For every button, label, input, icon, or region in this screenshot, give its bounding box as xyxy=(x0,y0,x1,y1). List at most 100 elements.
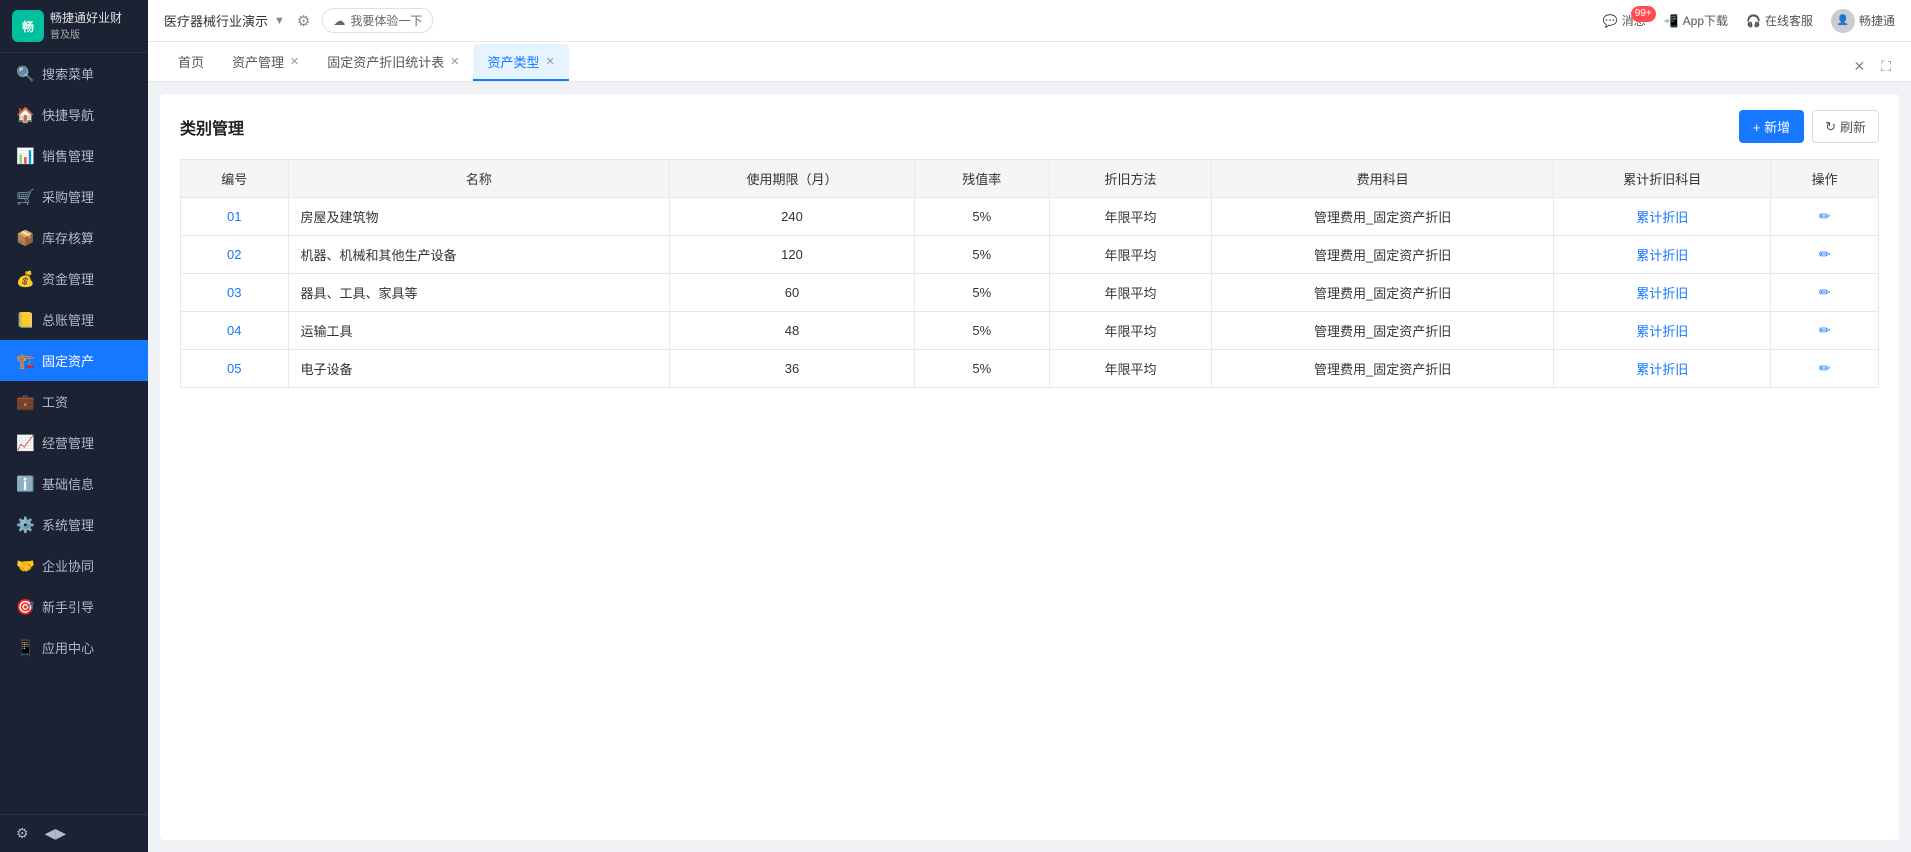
cell-expense: 管理费用_固定资产折旧 xyxy=(1212,198,1554,236)
edit-icon[interactable]: ✏ xyxy=(1819,208,1831,224)
new-button[interactable]: + 新增 xyxy=(1739,110,1804,143)
sidebar-item-sales[interactable]: 📊 销售管理 xyxy=(0,135,148,176)
cell-expense: 管理费用_固定资产折旧 xyxy=(1212,274,1554,312)
guide-icon: 🎯 xyxy=(16,598,34,616)
cell-method: 年限平均 xyxy=(1049,350,1211,388)
cell-id: 01 xyxy=(181,198,289,236)
info-icon: ℹ️ xyxy=(16,475,34,493)
sidebar-item-general-ledger[interactable]: 📒 总账管理 xyxy=(0,299,148,340)
sidebar: 畅 畅捷通好业财 普及版 🔍 搜索菜单 🏠 快捷导航 📊 销售管理 🛒 采购管理… xyxy=(0,0,148,852)
cell-method: 年限平均 xyxy=(1049,198,1211,236)
sidebar-item-label: 资金管理 xyxy=(42,269,94,288)
tab-asset-mgmt-label: 资产管理 xyxy=(232,52,284,71)
sidebar-item-inventory[interactable]: 📦 库存核算 xyxy=(0,217,148,258)
sidebar-item-guide[interactable]: 🎯 新手引导 xyxy=(0,586,148,627)
search-icon: 🔍 xyxy=(16,65,34,83)
tab-asset-type[interactable]: 资产类型 ✕ xyxy=(473,44,568,81)
sidebar-item-label: 总账管理 xyxy=(42,310,94,329)
messages-button[interactable]: 💬 消息 99+ xyxy=(1603,12,1646,29)
sidebar-item-salary[interactable]: 💼 工资 xyxy=(0,381,148,422)
sidebar-item-ops-mgmt[interactable]: 📈 经营管理 xyxy=(0,422,148,463)
sidebar-item-label: 快捷导航 xyxy=(42,105,94,124)
username-label: 畅捷通 xyxy=(1859,12,1895,29)
settings-footer-icon[interactable]: ⚙ xyxy=(16,825,29,842)
close-window-icon[interactable]: ✕ xyxy=(1849,56,1869,77)
cell-accum: 累计折旧 xyxy=(1554,312,1771,350)
logo-title: 畅捷通好业财 xyxy=(50,11,122,27)
sidebar-item-search[interactable]: 🔍 搜索菜单 xyxy=(0,53,148,94)
cell-period: 36 xyxy=(670,350,915,388)
tab-asset-type-close[interactable]: ✕ xyxy=(546,55,555,68)
col-header-method: 折旧方法 xyxy=(1049,160,1211,198)
tab-asset-mgmt-close[interactable]: ✕ xyxy=(290,55,299,68)
logo-icon: 畅 xyxy=(12,10,44,42)
cell-method: 年限平均 xyxy=(1049,236,1211,274)
col-header-operation: 操作 xyxy=(1771,160,1879,198)
messages-badge: 99+ xyxy=(1631,6,1656,22)
sidebar-item-purchase[interactable]: 🛒 采购管理 xyxy=(0,176,148,217)
maximize-window-icon[interactable]: ⛶ xyxy=(1877,56,1895,77)
edit-icon[interactable]: ✏ xyxy=(1819,246,1831,262)
online-support-button[interactable]: 🎧 在线客服 xyxy=(1746,12,1813,29)
sidebar-item-fixed-asset[interactable]: 🏗️ 固定资产 xyxy=(0,340,148,381)
tab-depreciation-close[interactable]: ✕ xyxy=(450,55,459,68)
cell-expense: 管理费用_固定资产折旧 xyxy=(1212,312,1554,350)
cell-operation: ✏ xyxy=(1771,198,1879,236)
cell-id: 05 xyxy=(181,350,289,388)
dropdown-icon: ▼ xyxy=(274,15,285,27)
sidebar-item-quick-nav[interactable]: 🏠 快捷导航 xyxy=(0,94,148,135)
sidebar-item-label: 基础信息 xyxy=(42,474,94,493)
tab-asset-type-label: 资产类型 xyxy=(487,52,539,71)
refresh-button[interactable]: ↻ 刷新 xyxy=(1812,110,1879,143)
table-row: 05 电子设备 36 5% 年限平均 管理费用_固定资产折旧 累计折旧 ✏ xyxy=(181,350,1879,388)
salary-icon: 💼 xyxy=(16,393,34,411)
settings-icon: ⚙️ xyxy=(16,516,34,534)
settings-gear-icon[interactable]: ⚙ xyxy=(297,12,310,30)
tab-depreciation-table[interactable]: 固定资产折旧统计表 ✕ xyxy=(313,44,473,81)
sidebar-item-enterprise[interactable]: 🤝 企业协同 xyxy=(0,545,148,586)
sidebar-item-basic-info[interactable]: ℹ️ 基础信息 xyxy=(0,463,148,504)
sidebar-item-label: 采购管理 xyxy=(42,187,94,206)
sidebar-item-label: 经营管理 xyxy=(42,433,94,452)
main-content: 医疗器械行业演示 ▼ ⚙ ☁ 我要体验一下 💬 消息 99+ 📲 App下载 🎧… xyxy=(148,0,1911,852)
tab-home[interactable]: 首页 xyxy=(164,44,218,81)
sidebar-item-label: 搜索菜单 xyxy=(42,64,94,83)
user-menu[interactable]: 👤 畅捷通 xyxy=(1831,9,1895,33)
table-row: 03 器具、工具、家具等 60 5% 年限平均 管理费用_固定资产折旧 累计折旧… xyxy=(181,274,1879,312)
cell-operation: ✏ xyxy=(1771,274,1879,312)
avatar: 👤 xyxy=(1831,9,1855,33)
tabs-bar: 首页 资产管理 ✕ 固定资产折旧统计表 ✕ 资产类型 ✕ ✕ ⛶ xyxy=(148,42,1911,82)
company-selector[interactable]: 医疗器械行业演示 ▼ xyxy=(164,11,285,30)
sidebar-item-label: 工资 xyxy=(42,392,68,411)
edit-icon[interactable]: ✏ xyxy=(1819,322,1831,338)
table-row: 04 运输工具 48 5% 年限平均 管理费用_固定资产折旧 累计折旧 ✏ xyxy=(181,312,1879,350)
app-download-label: App下载 xyxy=(1683,12,1728,29)
topbar: 医疗器械行业演示 ▼ ⚙ ☁ 我要体验一下 💬 消息 99+ 📲 App下载 🎧… xyxy=(148,0,1911,42)
cell-name: 运输工具 xyxy=(288,312,670,350)
app-center-icon: 📱 xyxy=(16,639,34,657)
sidebar-item-label: 系统管理 xyxy=(42,515,94,534)
enterprise-icon: 🤝 xyxy=(16,557,34,575)
sidebar-item-capital[interactable]: 💰 资金管理 xyxy=(0,258,148,299)
cell-expense: 管理费用_固定资产折旧 xyxy=(1212,350,1554,388)
inventory-icon: 📦 xyxy=(16,229,34,247)
cell-accum: 累计折旧 xyxy=(1554,350,1771,388)
cell-residual: 5% xyxy=(914,198,1049,236)
tab-asset-mgmt[interactable]: 资产管理 ✕ xyxy=(218,44,313,81)
edit-icon[interactable]: ✏ xyxy=(1819,284,1831,300)
cell-id: 02 xyxy=(181,236,289,274)
cell-residual: 5% xyxy=(914,350,1049,388)
cell-name: 机器、机械和其他生产设备 xyxy=(288,236,670,274)
collapse-sidebar-icon[interactable]: ◀▶ xyxy=(45,825,67,842)
experience-button[interactable]: ☁ 我要体验一下 xyxy=(322,8,433,33)
cell-period: 240 xyxy=(670,198,915,236)
sidebar-item-sys-mgmt[interactable]: ⚙️ 系统管理 xyxy=(0,504,148,545)
capital-icon: 💰 xyxy=(16,270,34,288)
sidebar-item-app-center[interactable]: 📱 应用中心 xyxy=(0,627,148,668)
cell-expense: 管理费用_固定资产折旧 xyxy=(1212,236,1554,274)
edit-icon[interactable]: ✏ xyxy=(1819,360,1831,376)
cell-operation: ✏ xyxy=(1771,312,1879,350)
cell-id: 04 xyxy=(181,312,289,350)
app-download-button[interactable]: 📲 App下载 xyxy=(1664,12,1728,29)
cell-method: 年限平均 xyxy=(1049,274,1211,312)
